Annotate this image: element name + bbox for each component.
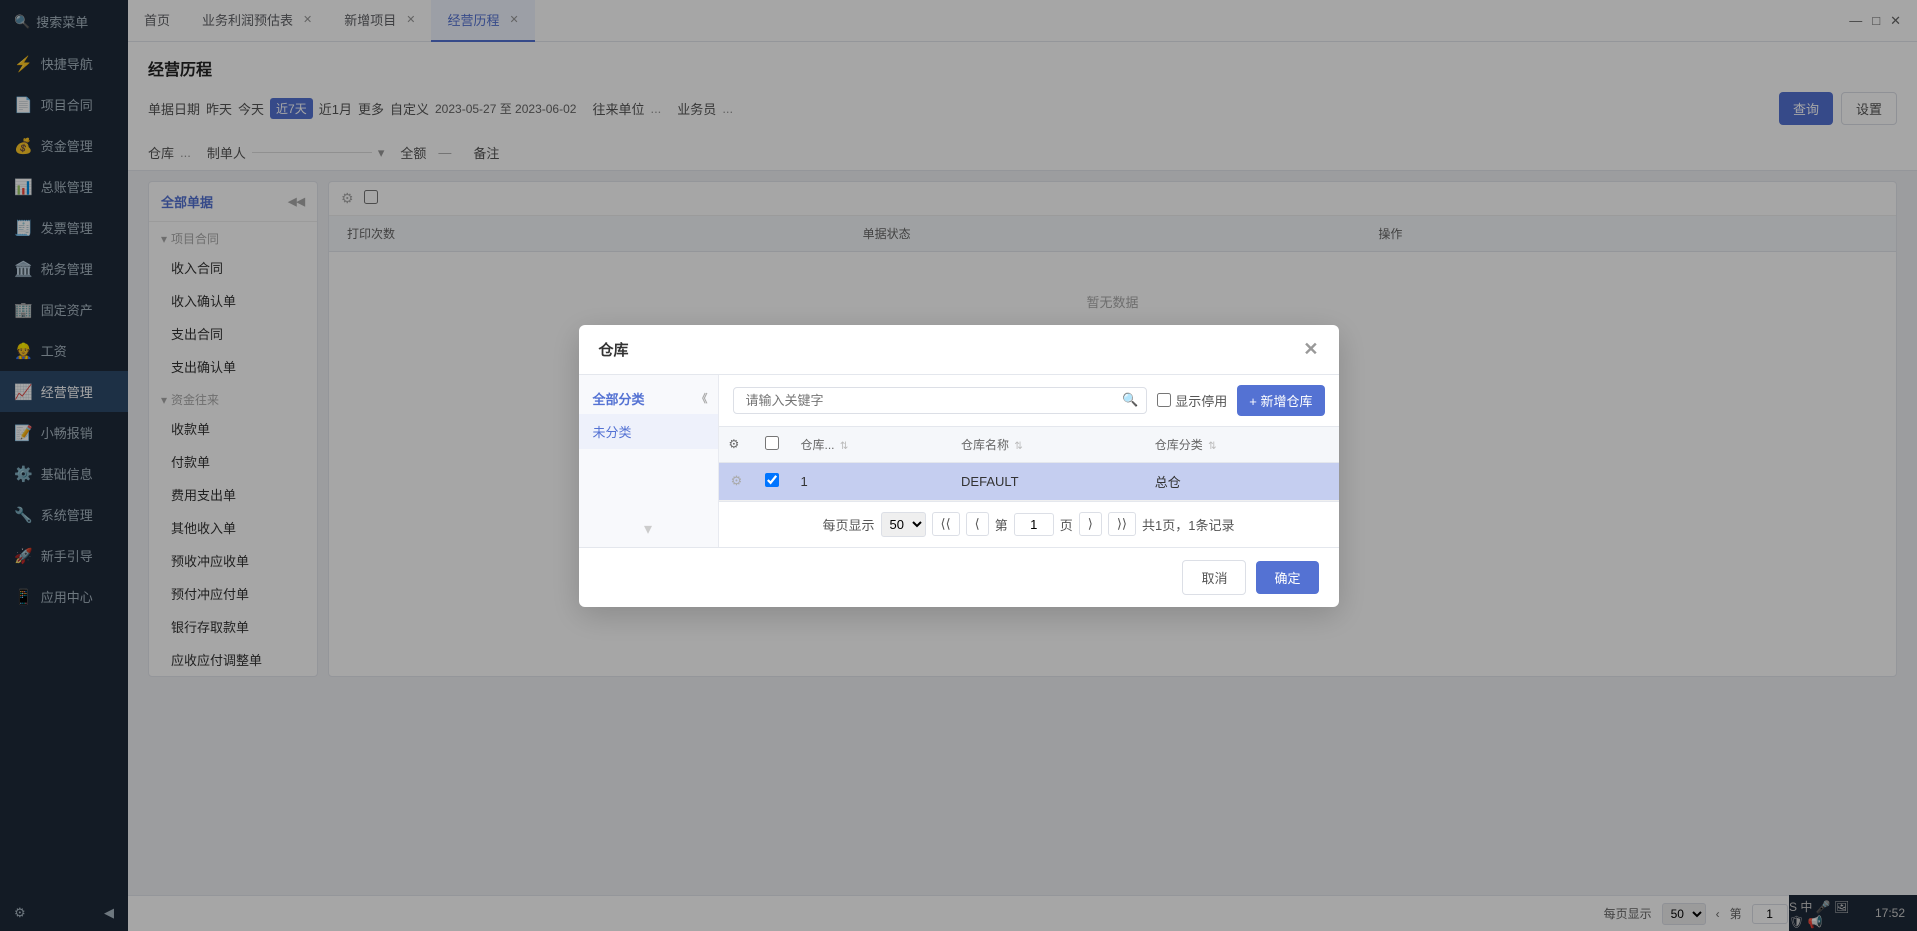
dialog-body: 全部分类 《 未分类 ▾ 🔍: [579, 375, 1339, 547]
per-page-label: 每页显示: [823, 515, 875, 534]
prev-page-btn[interactable]: ⟨: [966, 512, 989, 536]
show-disabled-text: 显示停用: [1175, 391, 1227, 410]
dialog-toolbar: 🔍 显示停用 + 新增仓库: [719, 375, 1339, 427]
page-suffix: 页: [1060, 515, 1073, 534]
th-checkbox[interactable]: [765, 436, 779, 450]
dialog-close-button[interactable]: ✕: [1303, 339, 1318, 360]
left-collapse-icon[interactable]: 《: [697, 390, 708, 406]
left-scroll-down[interactable]: ▾: [579, 519, 718, 539]
dialog-footer: 取消 确定: [579, 547, 1339, 607]
warehouse-dialog: 仓库 ✕ 全部分类 《 未分类 ▾: [579, 325, 1339, 607]
dialog-title: 仓库: [599, 339, 629, 360]
page-number-input[interactable]: [1014, 513, 1054, 536]
dialog-left-panel: 全部分类 《 未分类 ▾: [579, 375, 719, 547]
confirm-button[interactable]: 确定: [1256, 561, 1318, 594]
left-panel-item-uncategorized[interactable]: 未分类: [579, 414, 718, 449]
total-records: 共1页，1条记录: [1142, 515, 1234, 534]
search-icon: 🔍: [1122, 392, 1138, 408]
th-name[interactable]: 仓库名称 ⇅: [951, 427, 1145, 463]
dialog-header: 仓库 ✕: [579, 325, 1339, 375]
warehouse-table-row[interactable]: ⚙ 1 DEFAULT 总仓: [719, 462, 1339, 500]
th-check[interactable]: [755, 427, 791, 463]
first-page-btn[interactable]: ⟨⟨: [932, 512, 960, 536]
left-all-label[interactable]: 全部分类: [593, 389, 645, 408]
col-category-label: 仓库分类: [1155, 438, 1203, 452]
left-panel-scroll: 未分类: [579, 414, 718, 519]
warehouse-table-body: ⚙ 1 DEFAULT 总仓: [719, 462, 1339, 500]
last-page-btn[interactable]: ⟩⟩: [1108, 512, 1136, 536]
row-id-0: 1: [791, 462, 952, 500]
dialog-right-panel: 🔍 显示停用 + 新增仓库 ⚙: [719, 375, 1339, 547]
th-code[interactable]: 仓库... ⇅: [791, 427, 952, 463]
show-disabled-label[interactable]: 显示停用: [1157, 391, 1227, 410]
col-name-sort[interactable]: ⇅: [1014, 441, 1022, 452]
next-page-btn[interactable]: ⟩: [1079, 512, 1102, 536]
col-code-label: 仓库...: [801, 438, 835, 452]
warehouse-table-head: ⚙ 仓库... ⇅ 仓库名称 ⇅: [719, 427, 1339, 463]
warehouse-search-input[interactable]: [742, 388, 1123, 413]
row-settings-0[interactable]: ⚙: [719, 462, 755, 500]
dialog-table-wrap: ⚙ 仓库... ⇅ 仓库名称 ⇅: [719, 427, 1339, 501]
uncategorized-label: 未分类: [593, 425, 632, 440]
dialog-pagination: 每页显示 50 ⟨⟨ ⟨ 第 页 ⟩ ⟩⟩ 共1页，1条记录: [719, 501, 1339, 547]
add-warehouse-button[interactable]: + 新增仓库: [1237, 385, 1324, 416]
page-label: 第: [995, 515, 1008, 534]
th-gear[interactable]: ⚙: [719, 427, 755, 463]
left-panel-header: 全部分类 《: [579, 383, 718, 414]
overlay: 仓库 ✕ 全部分类 《 未分类 ▾: [0, 0, 1917, 931]
cancel-button[interactable]: 取消: [1182, 560, 1246, 595]
row-name-0: 总仓: [1145, 462, 1339, 500]
col-category-sort[interactable]: ⇅: [1208, 441, 1216, 452]
col-code-sort[interactable]: ⇅: [840, 441, 848, 452]
warehouse-table: ⚙ 仓库... ⇅ 仓库名称 ⇅: [719, 427, 1339, 501]
search-input-wrap: 🔍: [733, 387, 1148, 414]
row-checkbox-0[interactable]: [755, 462, 791, 500]
row-code-0: DEFAULT: [951, 462, 1145, 500]
per-page-select[interactable]: 50: [881, 512, 926, 537]
col-name-label: 仓库名称: [961, 438, 1009, 452]
show-disabled-checkbox[interactable]: [1157, 393, 1171, 407]
th-category[interactable]: 仓库分类 ⇅: [1145, 427, 1339, 463]
